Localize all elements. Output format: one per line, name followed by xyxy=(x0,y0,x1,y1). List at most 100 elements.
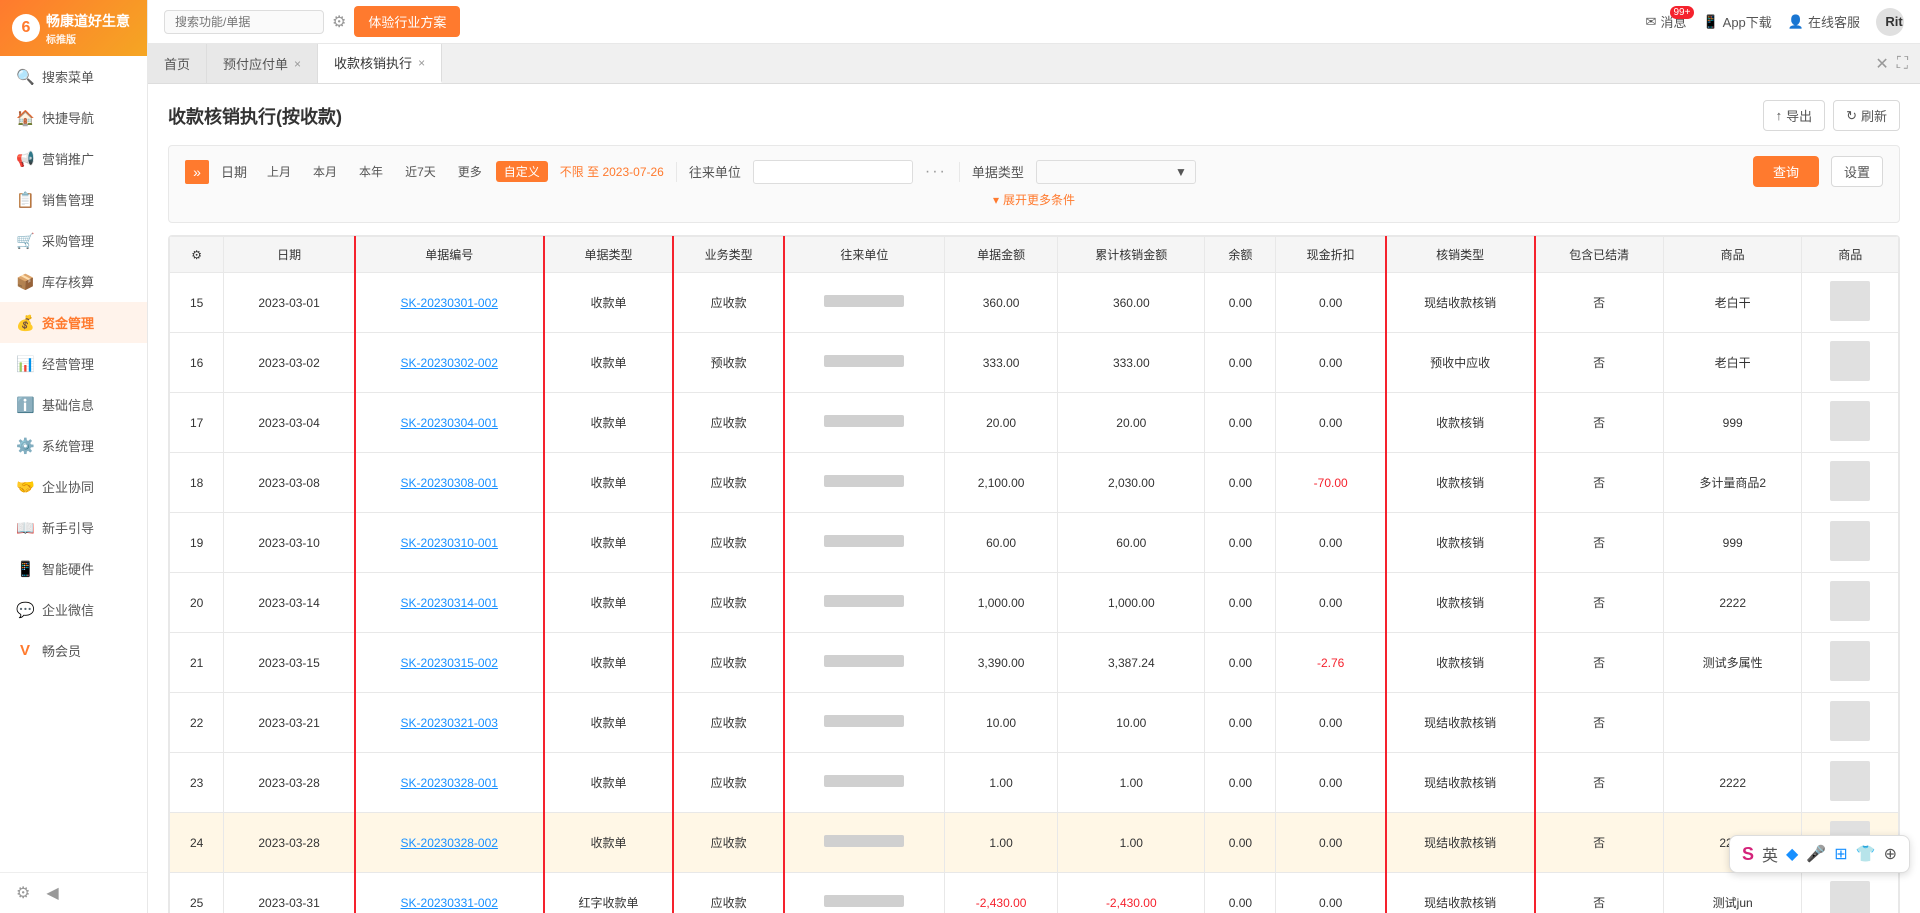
cell-date: 2023-03-21 xyxy=(224,693,355,753)
settings-button[interactable]: 设置 xyxy=(1831,156,1883,187)
cell-balance: 0.00 xyxy=(1205,753,1276,813)
sidebar-item-sales[interactable]: 📋 销售管理 xyxy=(0,179,147,220)
sidebar-item-marketing[interactable]: 📢 营销推广 xyxy=(0,138,147,179)
filter-custom-button[interactable]: 自定义 xyxy=(496,161,548,182)
cell-biz: 应收款 xyxy=(673,813,784,873)
sidebar-item-quick-nav[interactable]: 🏠 快捷导航 xyxy=(0,97,147,138)
expand-more-button[interactable]: ▾ 展开更多条件 xyxy=(185,187,1883,212)
sidebar-item-search-menu[interactable]: 🔍 搜索菜单 xyxy=(0,56,147,97)
sidebar-item-wechat[interactable]: 💬 企业微信 xyxy=(0,589,147,630)
filter-this-month[interactable]: 本月 xyxy=(305,161,345,182)
cell-partner xyxy=(784,693,944,753)
floating-shirt-icon[interactable]: 👕 xyxy=(1856,844,1876,864)
cell-code[interactable]: SK-20230315-002 xyxy=(355,633,544,693)
sidebar-item-ops[interactable]: 📊 经营管理 xyxy=(0,343,147,384)
sidebar-logo: 6 畅康道好生意 标推版 xyxy=(0,0,147,56)
cell-amount: 1.00 xyxy=(944,753,1057,813)
cell-code[interactable]: SK-20230331-002 xyxy=(355,873,544,913)
cell-code[interactable]: SK-20230301-002 xyxy=(355,273,544,333)
tab-prepay-close[interactable]: × xyxy=(294,57,301,71)
filter-this-year[interactable]: 本年 xyxy=(351,161,391,182)
sidebar-item-sys[interactable]: ⚙️ 系统管理 xyxy=(0,425,147,466)
cell-type: 收款单 xyxy=(544,573,674,633)
cell-num: 15 xyxy=(170,273,224,333)
sidebar-item-label: 库存核算 xyxy=(42,272,94,291)
query-button[interactable]: 查询 xyxy=(1753,156,1819,187)
tab-expand-icon[interactable]: ⛶ xyxy=(1897,55,1908,73)
floating-dot-icon[interactable]: ◆ xyxy=(1786,844,1798,864)
sidebar-item-corp[interactable]: 🤝 企业协同 xyxy=(0,466,147,507)
tab-close-all-icon[interactable]: ✕ xyxy=(1875,54,1888,74)
tab-collection-label: 收款核销执行 xyxy=(334,53,412,72)
industry-solution-button[interactable]: 体验行业方案 xyxy=(354,6,460,37)
sidebar-item-member[interactable]: V 畅会员 xyxy=(0,630,147,671)
cell-write-type: 现结收款核销 xyxy=(1386,753,1535,813)
refresh-button[interactable]: ↻ 刷新 xyxy=(1833,100,1900,131)
cell-code[interactable]: SK-20230328-001 xyxy=(355,753,544,813)
floating-mic-icon[interactable]: 🎤 xyxy=(1806,844,1826,864)
filter-type-select[interactable]: ▼ xyxy=(1036,160,1196,184)
cell-code[interactable]: SK-20230310-001 xyxy=(355,513,544,573)
cell-goods2 xyxy=(1802,273,1899,333)
cell-write-type: 收款核销 xyxy=(1386,573,1535,633)
tab-home[interactable]: 首页 xyxy=(148,44,207,83)
floating-grid-icon[interactable]: ⊞ xyxy=(1834,844,1847,864)
cell-discount: 0.00 xyxy=(1276,693,1386,753)
settings-icon[interactable]: ⚙ xyxy=(16,883,30,903)
sidebar-item-label: 新手引导 xyxy=(42,518,94,537)
cell-code[interactable]: SK-20230314-001 xyxy=(355,573,544,633)
cell-biz: 应收款 xyxy=(673,453,784,513)
user-avatar[interactable]: Rit xyxy=(1876,8,1904,36)
cell-biz: 应收款 xyxy=(673,393,784,453)
cell-code[interactable]: SK-20230302-002 xyxy=(355,333,544,393)
floating-text-icon[interactable]: 英 xyxy=(1762,842,1778,866)
cell-balance: 0.00 xyxy=(1205,453,1276,513)
sidebar-item-beginner[interactable]: 📖 新手引导 xyxy=(0,507,147,548)
online-service-button[interactable]: 👤 在线客服 xyxy=(1788,12,1860,31)
cell-discount: 0.00 xyxy=(1276,273,1386,333)
filter-last-month[interactable]: 上月 xyxy=(259,161,299,182)
filter-expand-button[interactable]: » xyxy=(185,160,209,184)
search-input[interactable] xyxy=(164,10,324,34)
cell-balance: 0.00 xyxy=(1205,513,1276,573)
cell-total-write: 2,030.00 xyxy=(1058,453,1205,513)
app-download-button[interactable]: 📱 App下载 xyxy=(1702,12,1771,31)
cell-type: 收款单 xyxy=(544,393,674,453)
cell-code[interactable]: SK-20230304-001 xyxy=(355,393,544,453)
sidebar-item-capital[interactable]: 💰 资金管理 xyxy=(0,302,147,343)
tab-collection-close[interactable]: × xyxy=(418,56,425,70)
cell-date: 2023-03-15 xyxy=(224,633,355,693)
filter-type-label: 单据类型 xyxy=(972,162,1024,181)
filter-partner-input[interactable] xyxy=(753,160,913,184)
cell-code[interactable]: SK-20230321-003 xyxy=(355,693,544,753)
filter-last-7days[interactable]: 近7天 xyxy=(397,161,444,182)
col-gear[interactable]: ⚙ xyxy=(170,237,224,273)
sidebar-item-smart-hw[interactable]: 📱 智能硬件 xyxy=(0,548,147,589)
cell-goods1: 999 xyxy=(1663,513,1802,573)
cell-code[interactable]: SK-20230328-002 xyxy=(355,813,544,873)
sidebar-item-inventory[interactable]: 📦 库存核算 xyxy=(0,261,147,302)
tab-collection[interactable]: 收款核销执行 × xyxy=(318,44,442,83)
cell-partner xyxy=(784,873,944,913)
export-button[interactable]: ↑ 导出 xyxy=(1763,100,1826,131)
gear-icon[interactable]: ⚙ xyxy=(332,12,346,32)
cell-goods1: 2222 xyxy=(1663,573,1802,633)
col-amount: 单据金额 xyxy=(944,237,1057,273)
cell-num: 18 xyxy=(170,453,224,513)
cell-write-type: 现结收款核销 xyxy=(1386,813,1535,873)
sidebar: 6 畅康道好生意 标推版 🔍 搜索菜单 🏠 快捷导航 📢 营销推广 📋 销售管理… xyxy=(0,0,148,913)
message-button[interactable]: ✉ 消息 99+ xyxy=(1646,12,1687,31)
tab-prepay[interactable]: 预付应付单 × xyxy=(207,44,318,83)
cell-goods1: 2222 xyxy=(1663,753,1802,813)
floating-plus-icon[interactable]: ⊕ xyxy=(1884,844,1897,864)
cell-type: 收款单 xyxy=(544,273,674,333)
collapse-icon[interactable]: ◀ xyxy=(46,883,58,903)
sidebar-item-basic[interactable]: ℹ️ 基础信息 xyxy=(0,384,147,425)
filter-more[interactable]: 更多 xyxy=(450,161,490,182)
filter-partner-dots[interactable]: ··· xyxy=(925,163,947,181)
s-logo-icon: S xyxy=(1742,844,1754,865)
cell-write-type: 收款核销 xyxy=(1386,393,1535,453)
cell-goods1: 多计量商品2 xyxy=(1663,453,1802,513)
sidebar-item-purchase[interactable]: 🛒 采购管理 xyxy=(0,220,147,261)
cell-code[interactable]: SK-20230308-001 xyxy=(355,453,544,513)
